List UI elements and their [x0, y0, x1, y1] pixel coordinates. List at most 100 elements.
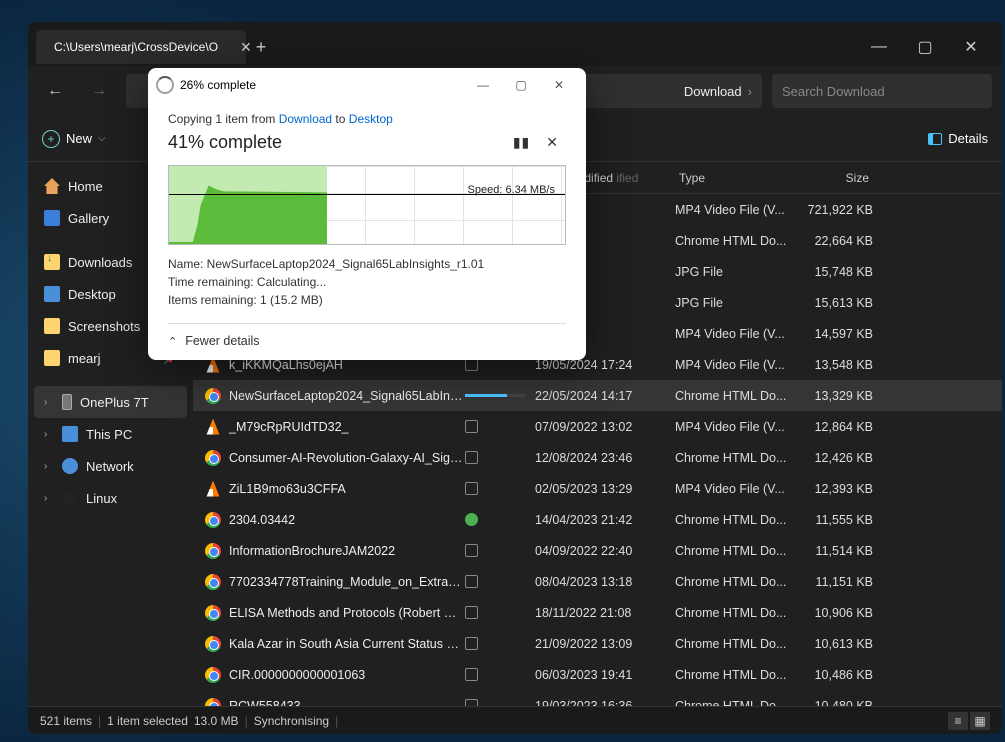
- sidebar-item-linux[interactable]: ›Linux: [34, 482, 187, 514]
- view-icons-button[interactable]: ▦: [970, 712, 990, 730]
- status-icon: [465, 668, 478, 681]
- file-size: 721,922 KB: [793, 203, 873, 217]
- file-date: 02/05/2023 13:29: [535, 482, 675, 496]
- table-row[interactable]: Consumer-AI-Revolution-Galaxy-AI_Sign...…: [193, 442, 1002, 473]
- file-date: 04/09/2022 22:40: [535, 544, 675, 558]
- status-icon: [465, 482, 478, 495]
- file-size: 13,329 KB: [793, 389, 873, 403]
- file-date: 19/03/2023 16:36: [535, 699, 675, 707]
- new-button[interactable]: + New ⌵: [42, 130, 106, 148]
- table-row[interactable]: Kala Azar in South Asia Current Status a…: [193, 628, 1002, 659]
- details-pane-button[interactable]: Details: [928, 131, 988, 146]
- chevron-right-icon[interactable]: ›: [44, 493, 54, 504]
- home-icon: [44, 178, 60, 194]
- close-window-button[interactable]: ✕: [948, 32, 994, 62]
- file-date: 06/03/2023 19:41: [535, 668, 675, 682]
- chrome-icon: [205, 698, 221, 707]
- status-icon: [465, 637, 478, 650]
- downloads-icon: [44, 254, 60, 270]
- file-type: MP4 Video File (V...: [675, 327, 793, 341]
- file-type: Chrome HTML Do...: [675, 234, 793, 248]
- back-button[interactable]: ←: [38, 74, 72, 108]
- view-details-button[interactable]: ≡: [948, 712, 968, 730]
- file-size: 10 480 KB: [793, 699, 873, 707]
- file-name: ELISA Methods and Protocols (Robert Hn..…: [229, 606, 465, 620]
- file-type: Chrome HTML Do...: [675, 544, 793, 558]
- table-row[interactable]: 2304.0344214/04/2023 21:42Chrome HTML Do…: [193, 504, 1002, 535]
- dst-link[interactable]: Desktop: [349, 112, 393, 126]
- file-status: [465, 420, 535, 433]
- tab-bar: C:\Users\mearj\CrossDevice\O ✕ + — ▢ ✕: [28, 22, 1002, 66]
- file-type: JPG File: [675, 265, 793, 279]
- chevron-down-icon: ⌵: [98, 133, 106, 144]
- file-size: 22,664 KB: [793, 234, 873, 248]
- sync-status: Synchronising: [254, 714, 329, 728]
- chevron-right-icon[interactable]: ›: [44, 461, 54, 472]
- folder-icon: [44, 318, 60, 334]
- file-type: MP4 Video File (V...: [675, 358, 793, 372]
- file-size: 12,393 KB: [793, 482, 873, 496]
- chevron-right-icon[interactable]: ›: [44, 397, 54, 408]
- table-row[interactable]: _M79cRpRUIdTD32_07/09/2022 13:02MP4 Vide…: [193, 411, 1002, 442]
- file-status: [465, 451, 535, 464]
- col-type[interactable]: Type: [675, 171, 793, 185]
- new-tab-button[interactable]: +: [246, 32, 276, 62]
- file-size: 14,597 KB: [793, 327, 873, 341]
- search-input[interactable]: Search Download: [772, 74, 992, 108]
- progress-bar: [465, 394, 525, 397]
- file-name: Consumer-AI-Revolution-Galaxy-AI_Sign...: [229, 451, 465, 465]
- vlc-icon: [205, 419, 221, 435]
- status-icon: [465, 575, 478, 588]
- table-row[interactable]: ZiL1B9mo63u3CFFA02/05/2023 13:29MP4 Vide…: [193, 473, 1002, 504]
- pause-button[interactable]: ▮▮: [505, 130, 538, 155]
- status-icon: [465, 451, 478, 464]
- file-type: Chrome HTML Do...: [675, 575, 793, 589]
- vlc-icon: [205, 481, 221, 497]
- chevron-right-icon[interactable]: ›: [44, 429, 54, 440]
- fewer-details-button[interactable]: ⌃ Fewer details: [168, 323, 566, 348]
- file-name: 2304.03442: [229, 513, 465, 527]
- chrome-icon: [205, 543, 221, 559]
- maximize-button[interactable]: ▢: [902, 32, 948, 62]
- loading-icon: [156, 76, 174, 94]
- file-date: 21/09/2022 13:09: [535, 637, 675, 651]
- dialog-minimize-button[interactable]: —: [464, 72, 502, 98]
- breadcrumb-item[interactable]: Download: [684, 84, 742, 99]
- cancel-button[interactable]: ✕: [538, 130, 566, 155]
- table-row[interactable]: ELISA Methods and Protocols (Robert Hn..…: [193, 597, 1002, 628]
- sidebar-item-network[interactable]: ›Network: [34, 450, 187, 482]
- chevron-right-icon: ›: [748, 84, 752, 99]
- file-status: [465, 575, 535, 588]
- dialog-maximize-button[interactable]: ▢: [502, 72, 540, 98]
- file-status: [465, 544, 535, 557]
- file-size: 15,613 KB: [793, 296, 873, 310]
- speed-chart: Speed: 6.34 MB/s: [168, 165, 566, 245]
- percent-complete: 41% complete: [168, 132, 282, 153]
- minimize-button[interactable]: —: [856, 32, 902, 62]
- file-type: Chrome HTML Do...: [675, 606, 793, 620]
- status-synced-icon: [465, 513, 478, 526]
- table-row[interactable]: 7702334778Training_Module_on_Extrapul...…: [193, 566, 1002, 597]
- status-icon: [465, 606, 478, 619]
- forward-button[interactable]: →: [82, 74, 116, 108]
- table-row[interactable]: RCW55843319/03/2023 16:36Chrome HTML Do1…: [193, 690, 1002, 706]
- file-status: [465, 482, 535, 495]
- tab-active[interactable]: C:\Users\mearj\CrossDevice\O ✕: [36, 30, 246, 64]
- dialog-close-button[interactable]: ✕: [540, 72, 578, 98]
- plus-icon: +: [42, 130, 60, 148]
- file-size: 15,748 KB: [793, 265, 873, 279]
- sidebar-item-thispc[interactable]: ›This PC: [34, 418, 187, 450]
- src-link[interactable]: Download: [279, 112, 332, 126]
- table-row[interactable]: NewSurfaceLaptop2024_Signal65LabInsig...…: [193, 380, 1002, 411]
- file-type: Chrome HTML Do...: [675, 668, 793, 682]
- dialog-titlebar[interactable]: 26% complete — ▢ ✕: [148, 68, 586, 102]
- file-size: 10,613 KB: [793, 637, 873, 651]
- col-size[interactable]: Size: [793, 171, 873, 185]
- table-row[interactable]: InformationBrochureJAM202204/09/2022 22:…: [193, 535, 1002, 566]
- meta-name: Name: NewSurfaceLaptop2024_Signal65LabIn…: [168, 255, 566, 273]
- status-bar: 521 items | 1 item selected 13.0 MB | Sy…: [28, 706, 1002, 734]
- table-row[interactable]: CIR.000000000000106306/03/2023 19:41Chro…: [193, 659, 1002, 690]
- file-size: 10,486 KB: [793, 668, 873, 682]
- sidebar-item-oneplus[interactable]: ›OnePlus 7T: [34, 386, 187, 418]
- copy-metadata: Name: NewSurfaceLaptop2024_Signal65LabIn…: [168, 255, 566, 309]
